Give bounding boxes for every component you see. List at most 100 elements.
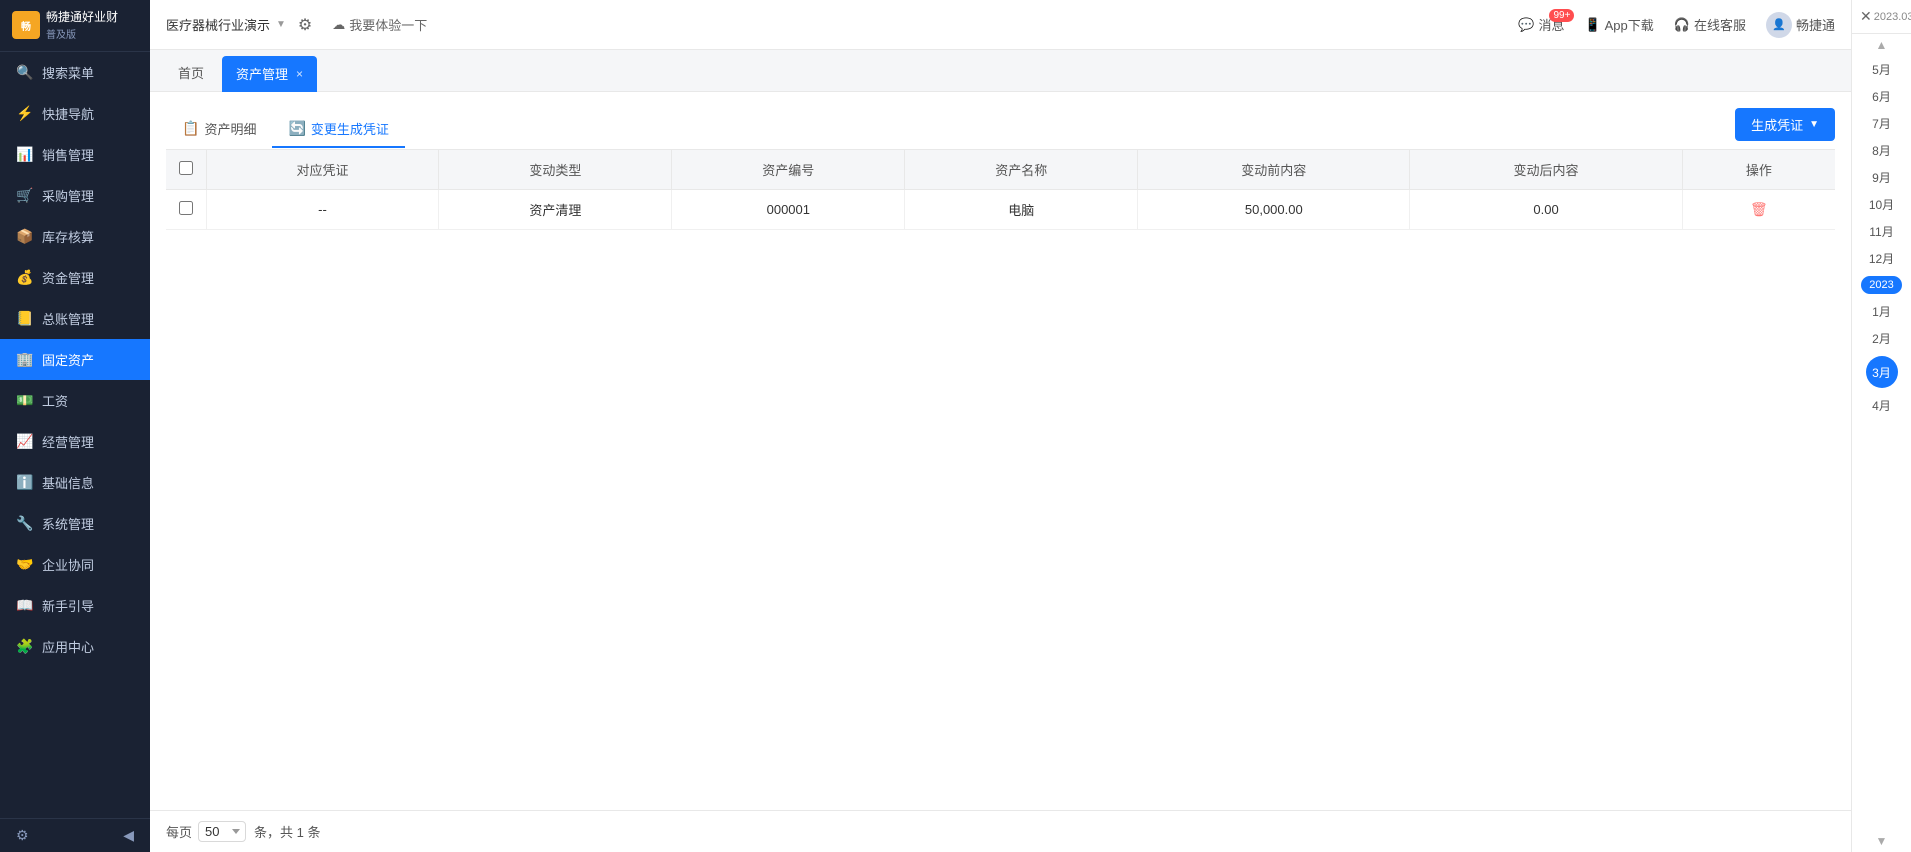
sidebar-label-guide: 新手引导 [42,596,94,615]
sidebar-label-enterprise: 企业协同 [42,555,94,574]
headset-icon: 🎧 [1674,17,1690,33]
page-content: 📋 资产明细 🔄 变更生成凭证 生成凭证 ▼ [150,92,1851,810]
sidebar-item-quick-nav[interactable]: ⚡ 快捷导航 [0,93,150,134]
cell-voucher: -- [206,190,439,230]
tab-home[interactable]: 首页 [166,57,216,90]
company-selector[interactable]: 医疗器械行业演示 ▼ [166,15,286,34]
total-label: 条，共 1 条 [254,822,320,841]
sidebar-item-system[interactable]: 🔧 系统管理 [0,503,150,544]
row-checkbox[interactable] [179,201,193,215]
sidebar-label-operations: 经营管理 [42,432,94,451]
sidebar-bottom: ⚙ ◀ [0,818,150,852]
sidebar-item-inventory[interactable]: 📦 库存核算 [0,216,150,257]
wrench-icon: 🔧 [16,514,34,532]
col-after: 变动后内容 [1410,150,1682,190]
tab-asset-management[interactable]: 资产管理 × [222,56,317,92]
tab-close-icon[interactable]: × [296,67,303,81]
cal-month-9[interactable]: 9月 [1852,164,1911,191]
app-icon: 🧩 [16,637,34,655]
app-download-button[interactable]: 📱 App下载 [1584,15,1653,34]
sidebar-item-operations[interactable]: 📈 经营管理 [0,421,150,462]
sidebar-label-quick-nav: 快捷导航 [42,104,94,123]
cal-month-12[interactable]: 12月 [1852,245,1911,272]
main-area: 医疗器械行业演示 ▼ ⚙ ☁ 我要体验一下 💬 消息 99+ 📱 App下载 🎧… [150,0,1851,852]
user-menu[interactable]: 👤 畅捷通 [1766,12,1835,38]
cell-asset-no: 000001 [672,190,905,230]
message-icon: 💬 [1518,17,1534,33]
per-page-label: 每页 [166,822,192,841]
subtab-change-voucher-label: 变更生成凭证 [311,119,389,138]
sidebar-item-funds[interactable]: 💰 资金管理 [0,257,150,298]
cal-month-1[interactable]: 1月 [1852,298,1911,325]
trending-icon: 📈 [16,432,34,450]
generate-dropdown-icon: ▼ [1809,119,1819,130]
experience-button[interactable]: ☁ 我要体验一下 [332,15,427,34]
pagination: 每页 50 10 20 100 条，共 1 条 [150,810,1851,852]
cal-year-2023[interactable]: 2023 [1861,276,1901,294]
sidebar-item-guide[interactable]: 📖 新手引导 [0,585,150,626]
select-all-checkbox[interactable] [179,161,193,175]
calendar-nav-down[interactable]: ▼ [1852,830,1911,852]
cal-month-5[interactable]: 5月 [1852,56,1911,83]
generate-voucher-button[interactable]: 生成凭证 ▼ [1735,108,1835,141]
logo-icon: 畅 [12,11,40,39]
sidebar-item-purchase[interactable]: 🛒 采购管理 [0,175,150,216]
calendar-nav-up[interactable]: ▲ [1852,34,1911,56]
customer-service-button[interactable]: 🎧 在线客服 [1674,15,1746,34]
asset-table: 对应凭证 变动类型 资产编号 资产名称 变动前内容 变动后内容 操作 [166,150,1835,230]
topbar: 医疗器械行业演示 ▼ ⚙ ☁ 我要体验一下 💬 消息 99+ 📱 App下载 🎧… [150,0,1851,50]
messages-button[interactable]: 💬 消息 99+ [1518,15,1564,34]
money-icon: 💰 [16,268,34,286]
sidebar-menu: 🔍 搜索菜单 ⚡ 快捷导航 📊 销售管理 🛒 采购管理 📦 库存核算 💰 资金管… [0,52,150,818]
sidebar-item-search[interactable]: 🔍 搜索菜单 [0,52,150,93]
cell-asset-name: 电脑 [905,190,1138,230]
box-icon: 📦 [16,227,34,245]
tab-home-label: 首页 [178,66,204,81]
delete-icon[interactable]: 🗑 [1750,201,1768,217]
cal-month-3-active[interactable]: 3月 [1866,356,1898,388]
subtab-change-voucher[interactable]: 🔄 变更生成凭证 [272,111,404,148]
sidebar-label-funds: 资金管理 [42,268,94,287]
settings-gear-icon[interactable]: ⚙ [298,15,312,35]
cal-month-10[interactable]: 10月 [1852,191,1911,218]
per-page-select[interactable]: 50 10 20 100 [198,821,246,842]
app-download-label: App下载 [1605,15,1654,34]
tabs-bar: 首页 资产管理 × [150,50,1851,92]
cart-icon: 🛒 [16,186,34,204]
collapse-icon[interactable]: ◀ [123,827,134,844]
tab-asset-label: 资产管理 [236,64,288,83]
sidebar-item-sales[interactable]: 📊 销售管理 [0,134,150,175]
cal-month-4[interactable]: 4月 [1852,392,1911,419]
sidebar-label-ledger: 总账管理 [42,309,94,328]
cell-change-type: 资产清理 [439,190,672,230]
col-asset-name: 资产名称 [905,150,1138,190]
col-asset-no: 资产编号 [672,150,905,190]
cal-month-2[interactable]: 2月 [1852,325,1911,352]
settings-icon[interactable]: ⚙ [16,827,29,844]
sidebar-item-app-center[interactable]: 🧩 应用中心 [0,626,150,667]
sidebar-label-sales: 销售管理 [42,145,94,164]
lightning-icon: ⚡ [16,104,34,122]
col-voucher: 对应凭证 [206,150,439,190]
table-row: -- 资产清理 000001 电脑 50,000.00 0.00 🗑 [166,190,1835,230]
cal-month-8[interactable]: 8月 [1852,137,1911,164]
sidebar-label-basic-info: 基础信息 [42,473,94,492]
sidebar-label-system: 系统管理 [42,514,94,533]
sidebar-label-payroll: 工资 [42,391,68,410]
sidebar-item-ledger[interactable]: 📒 总账管理 [0,298,150,339]
sidebar-item-fixed-assets[interactable]: 🏢 固定资产 [0,339,150,380]
table-area: 对应凭证 变动类型 资产编号 资产名称 变动前内容 变动后内容 操作 [166,150,1835,794]
sidebar-logo: 畅 畅捷通好业财 普及版 [0,0,150,52]
row-checkbox-cell [166,190,206,230]
sidebar-item-payroll[interactable]: 💵 工资 [0,380,150,421]
book-icon: 📒 [16,309,34,327]
cal-month-11[interactable]: 11月 [1852,218,1911,245]
cal-month-7[interactable]: 7月 [1852,110,1911,137]
sidebar-item-enterprise[interactable]: 🤝 企业协同 [0,544,150,585]
right-panel-close-button[interactable]: ✕ [1858,6,1874,27]
cell-after: 0.00 [1410,190,1682,230]
avatar: 👤 [1766,12,1792,38]
cal-month-6[interactable]: 6月 [1852,83,1911,110]
subtab-asset-detail[interactable]: 📋 资产明细 [166,111,272,148]
sidebar-item-basic-info[interactable]: ℹ️ 基础信息 [0,462,150,503]
